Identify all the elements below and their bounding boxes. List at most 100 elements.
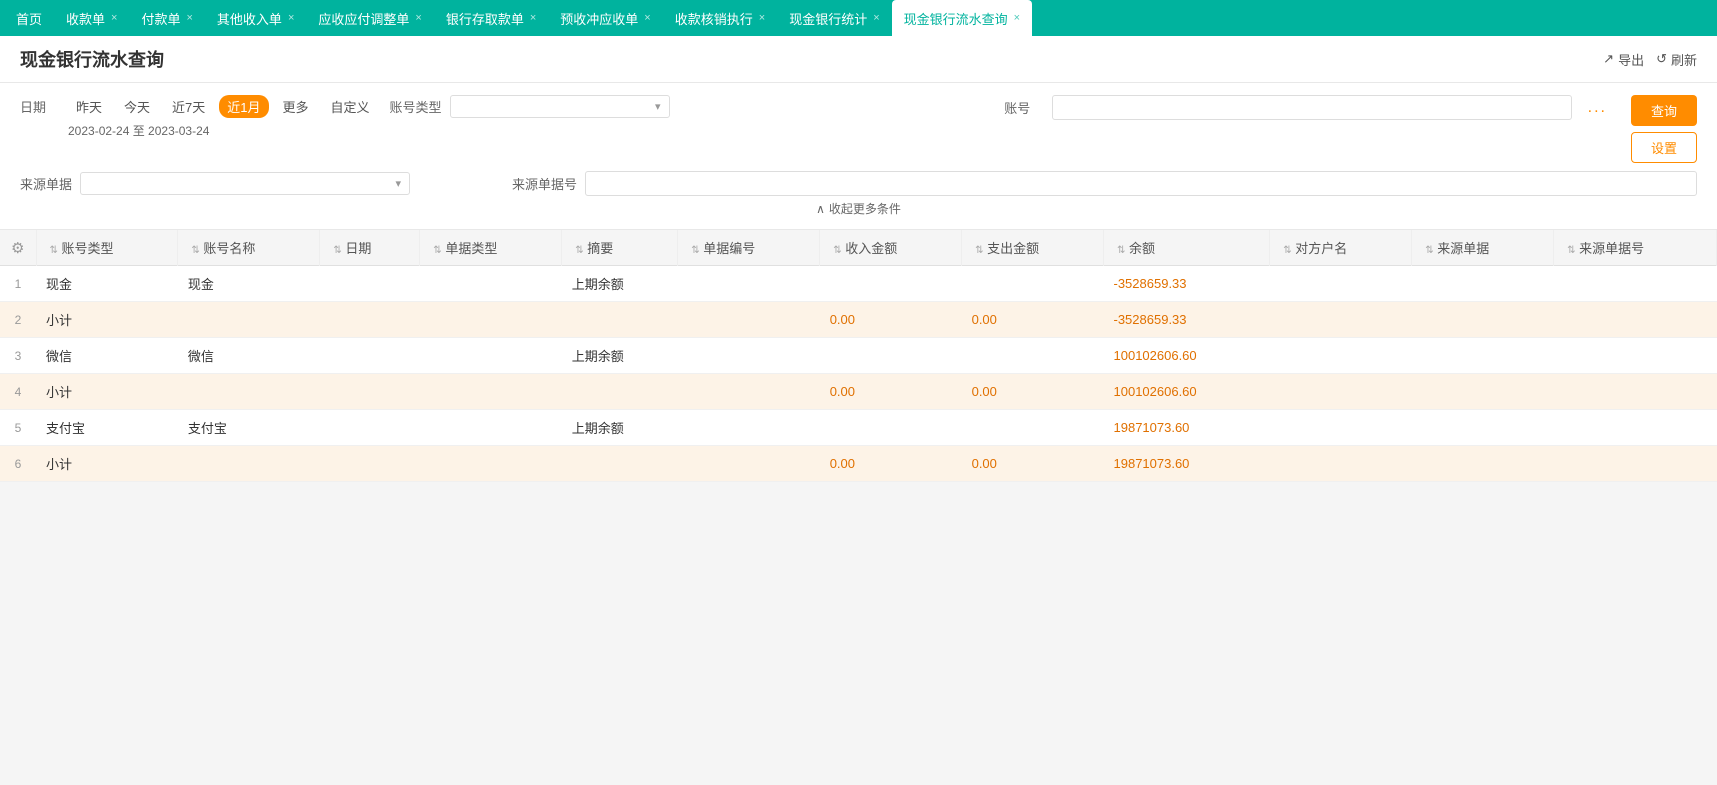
table-cell [1412, 302, 1554, 338]
page-title: 现金银行流水查询 [20, 46, 164, 72]
yesterday-btn[interactable]: 昨天 [68, 95, 110, 118]
settings-button[interactable]: 设置 [1631, 132, 1697, 163]
sort-icon: ⇅ [1567, 245, 1575, 256]
table-cell: -3528659.33 [1104, 302, 1270, 338]
table-cell: 0.00 [962, 374, 1104, 410]
account-label: 账号 [1004, 98, 1044, 117]
table-cell: 小计 [36, 374, 178, 410]
table-row: 6小计0.000.0019871073.60 [0, 446, 1717, 482]
chevron-down-icon: ▾ [655, 100, 661, 113]
table-cell [1270, 446, 1412, 482]
nav-item-bank-deposit[interactable]: 银行存取款单 × [434, 0, 548, 36]
nav-item-collection[interactable]: 收款核销执行 × [663, 0, 777, 36]
source-doc-select[interactable]: ▾ [80, 172, 410, 195]
page-header: 现金银行流水查询 ↗ 导出 ↺ 刷新 [0, 36, 1717, 83]
close-icon[interactable]: × [1014, 12, 1020, 24]
column-counterpart: ⇅ 对方户名 [1270, 230, 1412, 266]
table-header-row: ⚙ ⇅ 账号类型 ⇅ 账号名称 ⇅ 日期 ⇅ 单据类型 [0, 230, 1717, 266]
table-cell [962, 338, 1104, 374]
column-source-doc-no: ⇅ 来源单据号 [1554, 230, 1717, 266]
table-cell: 19871073.60 [1104, 410, 1270, 446]
column-summary: ⇅ 摘要 [562, 230, 678, 266]
chevron-down-icon: ▾ [395, 177, 401, 190]
table-cell [320, 374, 420, 410]
table-cell: 0.00 [962, 446, 1104, 482]
account-type-select[interactable]: ▾ [450, 95, 670, 118]
close-icon[interactable]: × [873, 12, 879, 24]
close-icon[interactable]: × [759, 12, 765, 24]
sort-icon: ⇅ [833, 245, 841, 256]
table-row: 5支付宝支付宝上期余额19871073.60 [0, 410, 1717, 446]
table-cell [1412, 266, 1554, 302]
more-btn[interactable]: 更多 [275, 95, 317, 118]
gear-icon[interactable]: ⚙ [11, 240, 24, 257]
source-doc-no-input[interactable] [585, 171, 1697, 196]
close-icon[interactable]: × [288, 12, 294, 24]
nav-home[interactable]: 首页 [4, 0, 54, 36]
nav-item-bank-flow[interactable]: 现金银行流水查询 × [892, 0, 1032, 36]
table-cell [420, 338, 562, 374]
account-input[interactable] [1052, 95, 1571, 120]
near1m-btn[interactable]: 近1月 [219, 95, 268, 118]
table-cell [420, 374, 562, 410]
close-icon[interactable]: × [415, 12, 421, 24]
near7-btn[interactable]: 近7天 [164, 95, 213, 118]
table-cell [820, 410, 962, 446]
header-actions: ↗ 导出 ↺ 刷新 [1603, 50, 1697, 69]
table-cell [678, 302, 820, 338]
table-cell [320, 338, 420, 374]
table-cell: 0.00 [820, 446, 962, 482]
row-number-cell: 5 [0, 410, 36, 446]
row-number-cell: 2 [0, 302, 36, 338]
nav-item-prepay[interactable]: 预收冲应收单 × [548, 0, 662, 36]
table-cell: 上期余额 [562, 266, 678, 302]
table-cell [962, 266, 1104, 302]
query-button[interactable]: 查询 [1631, 95, 1697, 126]
sort-icon: ⇅ [191, 245, 199, 256]
table-cell [1270, 374, 1412, 410]
account-dots-button[interactable]: ... [1588, 99, 1607, 117]
column-date: ⇅ 日期 [320, 230, 420, 266]
custom-btn[interactable]: 自定义 [323, 95, 378, 118]
table-cell [420, 410, 562, 446]
nav-item-bank-stats[interactable]: 现金银行统计 × [777, 0, 891, 36]
close-icon[interactable]: × [644, 12, 650, 24]
today-btn[interactable]: 今天 [116, 95, 158, 118]
column-gear: ⚙ [0, 230, 36, 266]
table-cell [178, 374, 320, 410]
source-doc-no-label: 来源单据号 [512, 174, 577, 193]
table-cell: 19871073.60 [1104, 446, 1270, 482]
table-cell: 0.00 [962, 302, 1104, 338]
sort-icon: ⇅ [1117, 245, 1125, 256]
table-cell [1270, 410, 1412, 446]
sort-icon: ⇅ [50, 245, 58, 256]
nav-item-shoudan[interactable]: 收款单 × [54, 0, 129, 36]
sort-icon: ⇅ [333, 245, 341, 256]
table-cell: 微信 [36, 338, 178, 374]
table-cell [420, 446, 562, 482]
table-cell [820, 266, 962, 302]
close-icon[interactable]: × [111, 12, 117, 24]
table-cell [420, 266, 562, 302]
table-cell: 支付宝 [178, 410, 320, 446]
table-cell: 小计 [36, 302, 178, 338]
table-cell [1412, 338, 1554, 374]
table-cell [178, 302, 320, 338]
export-icon: ↗ [1603, 51, 1614, 67]
table-cell [1270, 266, 1412, 302]
close-icon[interactable]: × [530, 12, 536, 24]
sort-icon: ⇅ [975, 245, 983, 256]
nav-item-adjustment[interactable]: 应收应付调整单 × [306, 0, 433, 36]
date-range-display: 2023-02-24 至 2023-03-24 [68, 124, 209, 138]
export-button[interactable]: ↗ 导出 [1603, 50, 1644, 69]
nav-item-other-income[interactable]: 其他收入单 × [205, 0, 306, 36]
data-table-wrap: ⚙ ⇅ 账号类型 ⇅ 账号名称 ⇅ 日期 ⇅ 单据类型 [0, 230, 1717, 482]
close-icon[interactable]: × [186, 12, 192, 24]
table-cell [678, 410, 820, 446]
collapse-up-icon: ∧ [816, 202, 825, 216]
table-cell [1554, 410, 1717, 446]
nav-item-fukudan[interactable]: 付款单 × [129, 0, 204, 36]
collapse-bar[interactable]: ∧ 收起更多条件 [20, 196, 1697, 217]
table-cell: 小计 [36, 446, 178, 482]
refresh-button[interactable]: ↺ 刷新 [1656, 50, 1697, 69]
